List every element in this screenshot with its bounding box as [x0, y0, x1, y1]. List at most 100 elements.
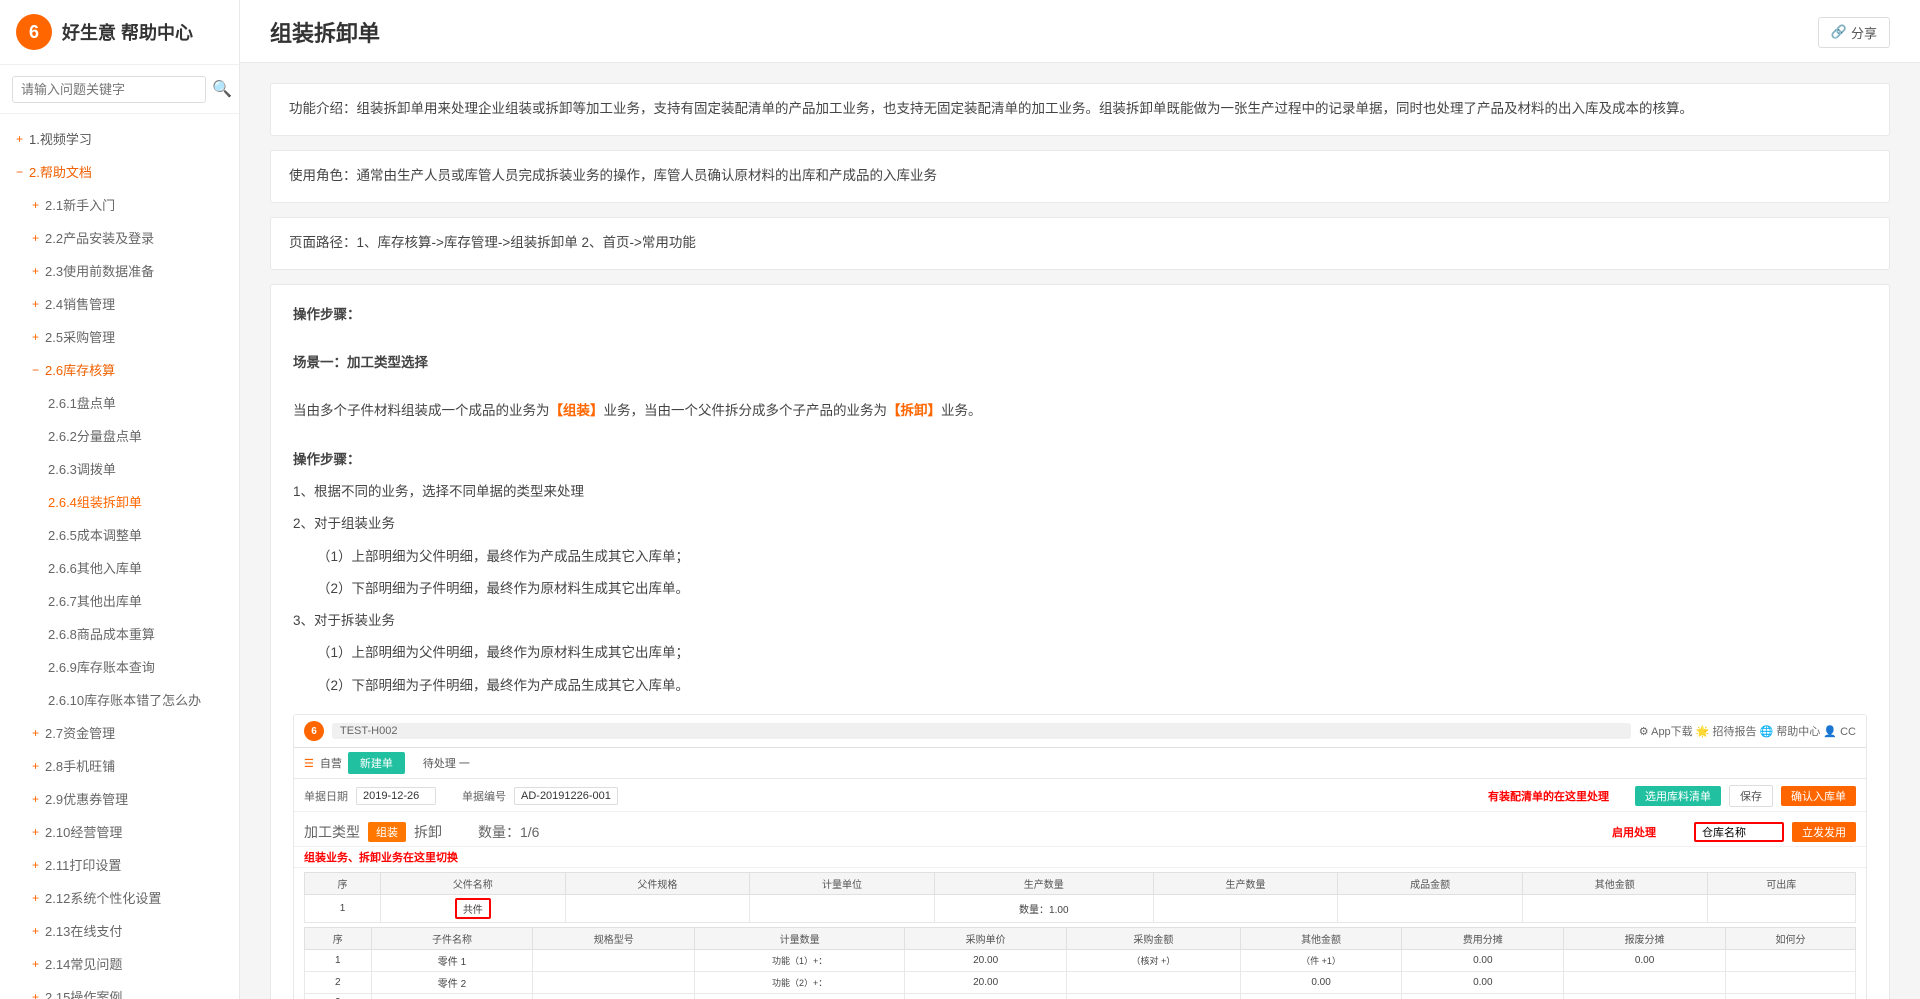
step1: 1、根据不同的业务，选择不同单据的类型来处理 [293, 480, 1867, 504]
sidebar-item-docs[interactable]: − 2.帮助文档 [0, 155, 239, 188]
intro-box: 功能介绍：组装拆卸单用来处理企业组装或拆卸等加工业务，支持有固定装配清单的产品加… [270, 83, 1890, 136]
share-button[interactable]: 🔗 分享 [1818, 17, 1890, 48]
sidebar-item-sales[interactable]: + 2.4销售管理 [0, 287, 239, 320]
scene-title: 场景一：加工类型选择 [293, 351, 1867, 375]
sidebar-item-assembly[interactable]: 2.6.4组装拆卸单 [0, 485, 239, 518]
sidebar-item-adjust-label: 2.6.3调拨单 [48, 459, 116, 478]
sidebar-item-other-in[interactable]: 2.6.6其他入库单 [0, 551, 239, 584]
search-button[interactable]: 🔍 [212, 75, 232, 103]
mock-app-logo: 6 [304, 721, 324, 741]
mock-col-seq: 序 [305, 873, 381, 895]
sidebar-item-stock-err[interactable]: 2.6.10库存账本错了怎么办 [0, 683, 239, 716]
sidebar-item-stock-err-label: 2.6.10库存账本错了怎么办 [48, 690, 201, 709]
plus-icon-14: + [32, 957, 39, 971]
sidebar-logo: 6 好生意 帮助中心 [0, 0, 239, 65]
mock-tab-process[interactable]: 待处理 一 [411, 752, 482, 774]
mock-tab-new[interactable]: 新建单 [348, 752, 405, 774]
mock-type-option-disassembly[interactable]: 拆卸 [414, 822, 442, 842]
mock-bill-input[interactable]: AD-20191226-001 [514, 787, 618, 805]
mock-apply-btn[interactable]: 立发发用 [1792, 822, 1856, 842]
mock-save-btn[interactable]: 保存 [1729, 785, 1773, 807]
mock-col-child-other: 其他金额 [1240, 928, 1402, 950]
sidebar-item-ops[interactable]: + 2.10经营管理 [0, 815, 239, 848]
mock-warehouse-input[interactable] [1694, 822, 1784, 842]
plus-icon-10: + [32, 825, 39, 839]
mock-col-parent-spec: 父件规格 [565, 873, 750, 895]
mock-cell-seq: 1 [305, 895, 381, 923]
step3-1: （1）上部明细为父件明细，最终作为原材料生成其它出库单； [293, 641, 1867, 665]
sidebar-item-faq-label: 2.14常见问题 [45, 954, 122, 973]
plus-icon-8: + [32, 759, 39, 773]
sidebar-item-videos[interactable]: + 1.视频学习 [0, 122, 239, 155]
mock-parent-row-1: 1 共件 数量：1.00 [305, 895, 1856, 923]
mock-type-option-assembly[interactable]: 组装 [368, 822, 406, 842]
main-content: 功能介绍：组装拆卸单用来处理企业组装或拆卸等加工业务，支持有固定装配清单的产品加… [240, 63, 1920, 999]
plus-icon-3: + [32, 231, 39, 245]
sidebar-item-print-label: 2.11打印设置 [45, 855, 121, 874]
sidebar-item-finance[interactable]: + 2.7资金管理 [0, 716, 239, 749]
sidebar-item-online-pay[interactable]: + 2.13在线支付 [0, 914, 239, 947]
mock-cell-name: 共件 [381, 895, 566, 923]
step3: 3、对于拆装业务 [293, 609, 1867, 633]
mock-col-child-amt: 采购金额 [1067, 928, 1241, 950]
mock-date-label: 单据日期 [304, 788, 348, 804]
mock-url-bar: TEST-H002 [332, 723, 1631, 739]
sidebar-item-print[interactable]: + 2.11打印设置 [0, 848, 239, 881]
main-panel: 组装拆卸单 🔗 分享 功能介绍：组装拆卸单用来处理企业组装或拆卸等加工业务，支持… [240, 0, 1920, 999]
main-header: 组装拆卸单 🔗 分享 [240, 0, 1920, 63]
plus-icon-6: + [32, 330, 39, 344]
screenshot-mockup: 6 TEST-H002 ⚙ App下载 🌟 招待报告 🌐 帮助中心 👤 CC ☰… [293, 714, 1867, 999]
mock-nav-home[interactable]: 自营 [320, 755, 342, 771]
mock-submit-btn[interactable]: 确认入库单 [1781, 786, 1856, 806]
plus-icon-15: + [32, 990, 39, 999]
sidebar-item-sales-label: 2.4销售管理 [45, 294, 115, 313]
sidebar-item-new-user[interactable]: + 2.1新手入门 [0, 188, 239, 221]
plus-icon-13: + [32, 924, 39, 938]
sidebar-item-ops-label: 2.10经营管理 [45, 822, 122, 841]
mock-col-child-name: 子件名称 [371, 928, 533, 950]
sidebar-item-custom[interactable]: + 2.12系统个性化设置 [0, 881, 239, 914]
sidebar-item-other-out[interactable]: 2.6.7其他出库单 [0, 584, 239, 617]
mock-cell-qty2 [1153, 895, 1338, 923]
plus-icon-12: + [32, 891, 39, 905]
sidebar-item-install[interactable]: + 2.2产品安装及登录 [0, 221, 239, 254]
sidebar-item-cases[interactable]: + 2.15操作案例 [0, 980, 239, 999]
search-input[interactable] [12, 76, 206, 103]
sidebar-item-coupon-label: 2.9优惠券管理 [45, 789, 128, 808]
ops-title2: 操作步骤： [293, 448, 1867, 472]
sidebar-item-cost-adjust[interactable]: 2.6.5成本调整单 [0, 518, 239, 551]
mock-cell-amt [1338, 895, 1523, 923]
sidebar-item-partial[interactable]: 2.6.2分量盘点单 [0, 419, 239, 452]
mock-col-other-amt: 其他金额 [1522, 873, 1707, 895]
mock-type-label: 加工类型 [304, 822, 360, 842]
sidebar-item-mobile[interactable]: + 2.8手机旺铺 [0, 749, 239, 782]
sidebar-item-cost-recalc[interactable]: 2.6.8商品成本重算 [0, 617, 239, 650]
mock-cell-qty: 数量：1.00 [934, 895, 1153, 923]
sidebar-item-faq[interactable]: + 2.14常见问题 [0, 947, 239, 980]
mock-annotation1: 有装配清单的在这里处理 [1488, 788, 1609, 804]
sidebar-item-prepare[interactable]: + 2.3使用前数据准备 [0, 254, 239, 287]
mock-confirm-btn[interactable]: 选用库料清单 [1635, 786, 1721, 806]
sidebar-item-inventory[interactable]: − 2.6库存核算 [0, 353, 239, 386]
mock-col-child-qty: 计量数量 [695, 928, 905, 950]
mock-upper-table: 序 父件名称 父件规格 计量单位 生产数量 生产数量 成品金额 其他金额 可出库 [304, 872, 1856, 923]
sidebar-nav: + 1.视频学习 − 2.帮助文档 + 2.1新手入门 + 2.2产品安装及登录… [0, 114, 239, 999]
sidebar-item-adjust[interactable]: 2.6.3调拨单 [0, 452, 239, 485]
step2: 2、对于组装业务 [293, 512, 1867, 536]
mock-cell-unit [750, 895, 935, 923]
role-text: 使用角色：通常由生产人员或库管人员完成拆装业务的操作，库管人员确认原材料的出库和… [289, 168, 937, 183]
sidebar-item-stocktake[interactable]: 2.6.1盘点单 [0, 386, 239, 419]
sidebar-item-custom-label: 2.12系统个性化设置 [45, 888, 161, 907]
mock-child-row-1: 1 零件 1 功能（1）+： 20.00 （核对 +） （件 +1） 0.00 … [305, 950, 1856, 972]
sidebar-item-cost-recalc-label: 2.6.8商品成本重算 [48, 624, 155, 643]
sidebar-item-purchase[interactable]: + 2.5采购管理 [0, 320, 239, 353]
mock-col-child-fee: 费用分摊 [1402, 928, 1564, 950]
mock-cell-spec [565, 895, 750, 923]
mock-form-area: 单据日期 2019-12-26 单据编号 AD-20191226-001 有装配… [294, 779, 1866, 999]
minus-icon-2: − [32, 363, 39, 377]
sidebar-item-stock-query[interactable]: 2.6.9库存账本查询 [0, 650, 239, 683]
breadcrumb-box: 页面路径：1、库存核算->库存管理->组装拆卸单 2、首页->常用功能 [270, 217, 1890, 270]
mock-date-input[interactable]: 2019-12-26 [356, 787, 436, 805]
sidebar-item-coupon[interactable]: + 2.9优惠券管理 [0, 782, 239, 815]
sidebar-item-finance-label: 2.7资金管理 [45, 723, 115, 742]
